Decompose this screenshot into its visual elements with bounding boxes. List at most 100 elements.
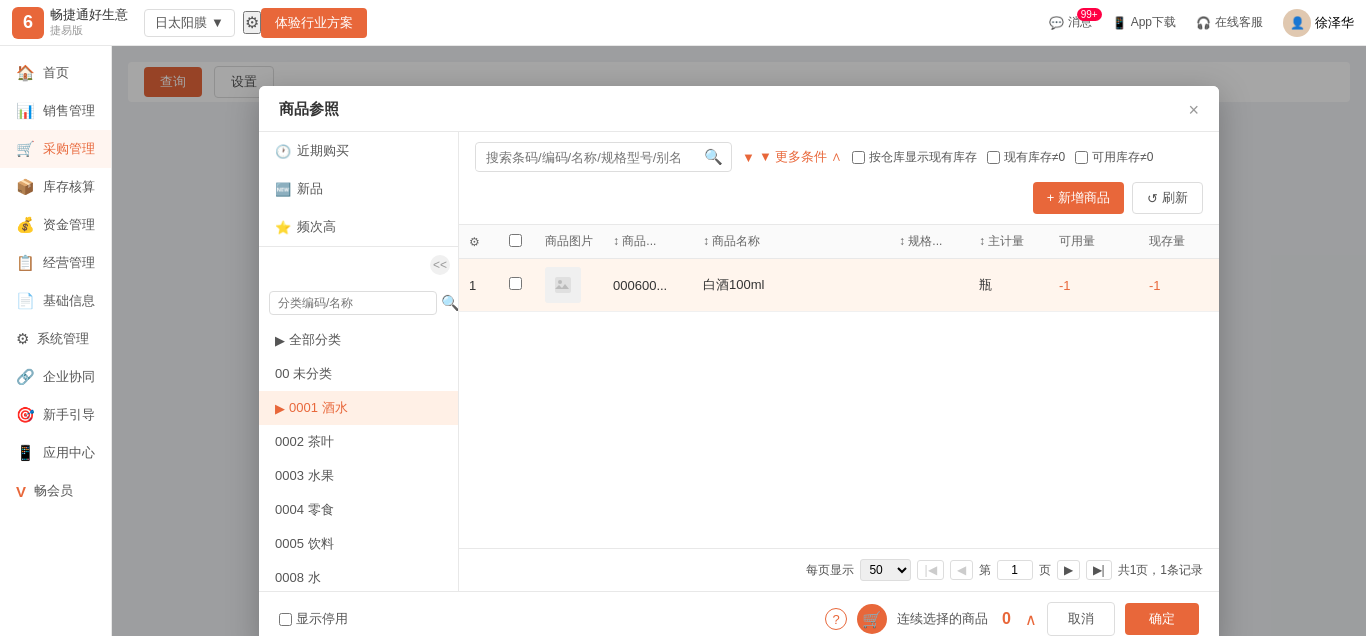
sidebar-item-sales[interactable]: 📊 销售管理	[0, 92, 111, 130]
sidebar-item-ops[interactable]: 📋 经营管理	[0, 244, 111, 282]
product-search-button[interactable]: 🔍	[696, 143, 731, 171]
sidebar-item-system[interactable]: ⚙ 系统管理	[0, 320, 111, 358]
nav-selector[interactable]: 日太阳膜 ▼	[144, 9, 235, 37]
sidebar-item-label: 应用中心	[43, 444, 95, 462]
category-search-input[interactable]	[269, 291, 437, 315]
category-item-0002[interactable]: 0002 茶叶	[259, 425, 458, 459]
arrow-icon: ▶	[275, 333, 285, 348]
main-layout: 🏠 首页 📊 销售管理 🛒 采购管理 📦 库存核算 💰 资金管理 📋 经营管理 …	[0, 46, 1366, 636]
page-word: 第	[979, 562, 991, 579]
category-item-0003[interactable]: 0003 水果	[259, 459, 458, 493]
sidebar-item-label: 资金管理	[43, 216, 95, 234]
category-label: 0003 水果	[275, 467, 334, 485]
tab-new-product[interactable]: 🆕 新品	[259, 170, 458, 208]
page-number-input[interactable]	[997, 560, 1033, 580]
online-service-label: 在线客服	[1215, 14, 1263, 31]
right-panel: 🔍 ▼ ▼ 更多条件 ∧ 按仓库显示现有库存	[459, 132, 1219, 591]
confirm-button[interactable]: 确定	[1125, 603, 1199, 635]
checkbox-stock-nonzero[interactable]: 现有库存≠0	[987, 149, 1065, 166]
enterprise-icon: 🔗	[16, 368, 35, 386]
add-product-button[interactable]: + 新增商品	[1033, 182, 1124, 214]
checkbox-warehouse[interactable]: 按仓库显示现有库存	[852, 149, 977, 166]
help-icon[interactable]: ?	[825, 608, 847, 630]
exp-btn[interactable]: 体验行业方案	[261, 8, 367, 38]
cancel-button[interactable]: 取消	[1047, 602, 1115, 636]
category-item-0008[interactable]: 0008 水	[259, 561, 458, 591]
star-icon: ⭐	[275, 220, 291, 235]
filter-icon: ▼	[742, 150, 755, 165]
tab-recent-purchase[interactable]: 🕐 近期购买	[259, 132, 458, 170]
refresh-button[interactable]: ↺ 刷新	[1132, 182, 1203, 214]
sidebar-item-finance[interactable]: 💰 资金管理	[0, 206, 111, 244]
row-checkbox[interactable]	[509, 277, 522, 290]
checkbox-stock-nonzero-label: 现有库存≠0	[1004, 149, 1065, 166]
user-menu[interactable]: 👤 徐泽华	[1283, 9, 1354, 37]
sidebar-item-guide[interactable]: 🎯 新手引导	[0, 396, 111, 434]
avatar: 👤	[1283, 9, 1311, 37]
checkbox-stock-nonzero-input[interactable]	[987, 151, 1000, 164]
next-page-button[interactable]: ▶	[1057, 560, 1080, 580]
settings-icon[interactable]: ⚙	[469, 235, 480, 249]
modal-header: 商品参照 ×	[259, 86, 1219, 132]
app-download-item[interactable]: 📱 App下载	[1112, 14, 1176, 31]
cart-button[interactable]: 🛒	[857, 604, 887, 634]
row-code: 000600...	[603, 259, 693, 312]
messages-badge: 99+	[1077, 8, 1102, 21]
table-header-row: ⚙ 商品图片 ↕ 商品...	[459, 225, 1219, 259]
online-service-item[interactable]: 🎧 在线客服	[1196, 14, 1263, 31]
first-page-button[interactable]: |◀	[917, 560, 943, 580]
category-item-0001[interactable]: ▶ 0001 酒水	[259, 391, 458, 425]
sidebar-item-inventory[interactable]: 📦 库存核算	[0, 168, 111, 206]
collapse-button[interactable]: <<	[430, 255, 450, 275]
checkbox-avail-nonzero[interactable]: 可用库存≠0	[1075, 149, 1153, 166]
search-input-wrap: 🔍	[475, 142, 732, 172]
sidebar-item-label: 首页	[43, 64, 69, 82]
category-item-0005[interactable]: 0005 饮料	[259, 527, 458, 561]
tab-high-freq[interactable]: ⭐ 频次高	[259, 208, 458, 246]
settings-icon[interactable]: ⚙	[243, 11, 261, 34]
category-item-00[interactable]: 00 未分类	[259, 357, 458, 391]
select-all-checkbox[interactable]	[509, 234, 522, 247]
category-item-0004[interactable]: 0004 零食	[259, 493, 458, 527]
cart-expand-button[interactable]: ∧	[1025, 610, 1037, 629]
product-search-input[interactable]	[476, 145, 696, 170]
row-stock: -1	[1139, 259, 1219, 312]
sort-icon: ↕	[899, 234, 905, 248]
checkbox-avail-nonzero-input[interactable]	[1075, 151, 1088, 164]
row-check[interactable]	[499, 259, 535, 312]
col-header-unit[interactable]: ↕ 主计量	[969, 225, 1049, 259]
category-label: 0005 饮料	[275, 535, 334, 553]
last-page-button[interactable]: ▶|	[1086, 560, 1112, 580]
display-disabled-checkbox[interactable]	[279, 613, 292, 626]
display-disabled-label[interactable]: 显示停用	[279, 610, 348, 628]
checkbox-warehouse-input[interactable]	[852, 151, 865, 164]
sidebar-item-apps[interactable]: 📱 应用中心	[0, 434, 111, 472]
col-header-code[interactable]: ↕ 商品...	[603, 225, 693, 259]
sidebar-item-member[interactable]: V 畅会员	[0, 472, 111, 510]
checkbox-warehouse-label: 按仓库显示现有库存	[869, 149, 977, 166]
category-item-all[interactable]: ▶ 全部分类	[259, 323, 458, 357]
tab-label: 近期购买	[297, 142, 349, 160]
left-panel-tabs: 🕐 近期购买 🆕 新品 ⭐ 频次高	[259, 132, 458, 247]
col-header-num: ⚙	[459, 225, 499, 259]
col-header-spec[interactable]: ↕ 规格...	[889, 225, 969, 259]
per-page-select[interactable]: 50 20 100	[860, 559, 911, 581]
row-avail: -1	[1049, 259, 1139, 312]
filter-button[interactable]: ▼ ▼ 更多条件 ∧	[742, 148, 842, 166]
modal-close-button[interactable]: ×	[1188, 101, 1199, 119]
pagination: 每页显示 50 20 100 |◀ ◀ 第 页 ▶	[459, 548, 1219, 591]
table-row[interactable]: 1	[459, 259, 1219, 312]
prev-page-button[interactable]: ◀	[950, 560, 973, 580]
apps-icon: 📱	[16, 444, 35, 462]
sidebar-item-home[interactable]: 🏠 首页	[0, 54, 111, 92]
home-icon: 🏠	[16, 64, 35, 82]
category-search-button[interactable]: 🔍	[441, 294, 459, 312]
page-word2: 页	[1039, 562, 1051, 579]
messages-item[interactable]: 💬 消息 99+	[1049, 14, 1092, 31]
nav-selector-label: 日太阳膜	[155, 14, 207, 32]
cart-count: 0	[1002, 610, 1011, 628]
sidebar-item-basic[interactable]: 📄 基础信息	[0, 282, 111, 320]
sidebar-item-purchase[interactable]: 🛒 采购管理	[0, 130, 111, 168]
sidebar-item-enterprise[interactable]: 🔗 企业协同	[0, 358, 111, 396]
col-header-name[interactable]: ↕ 商品名称	[693, 225, 889, 259]
